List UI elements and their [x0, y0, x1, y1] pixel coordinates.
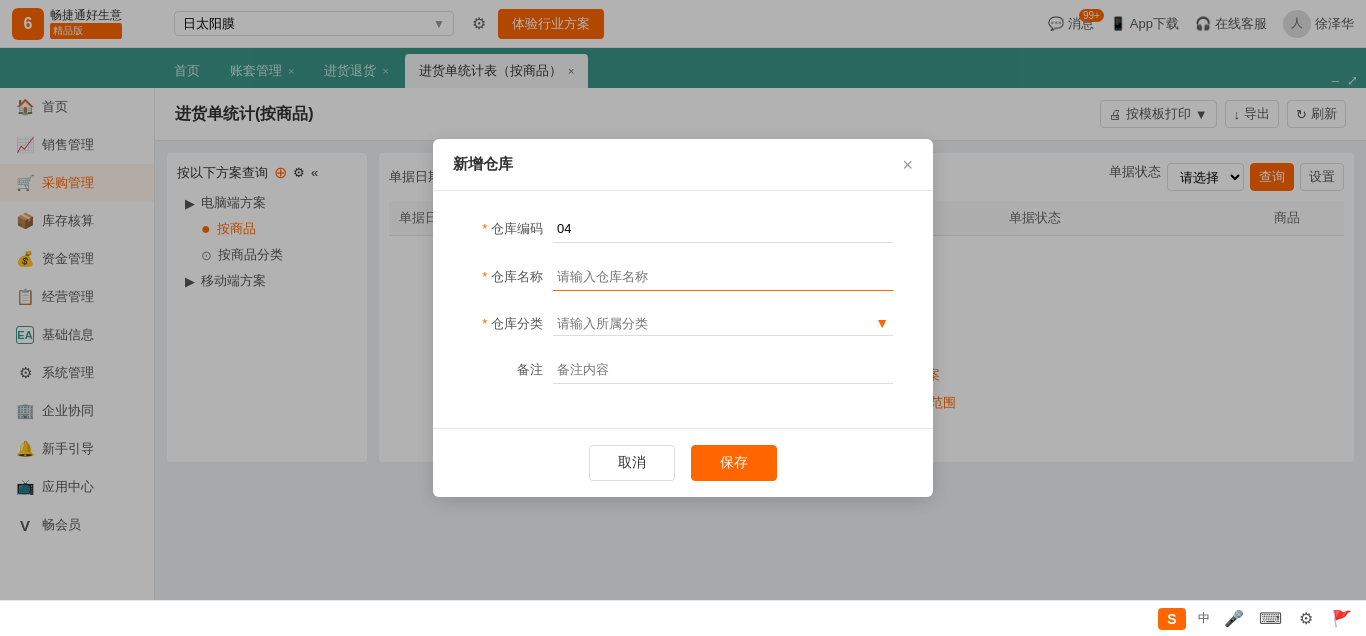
cancel-button[interactable]: 取消: [589, 445, 675, 481]
s-logo: S: [1158, 608, 1186, 630]
settings-bottom-icon[interactable]: ⚙: [1294, 607, 1318, 631]
new-warehouse-modal: 新增仓库 × 仓库编码 仓库名称 仓库分类 ▼: [433, 139, 933, 497]
modal-footer: 取消 保存: [433, 428, 933, 497]
modal-header: 新增仓库 ×: [433, 139, 933, 191]
modal-body: 仓库编码 仓库名称 仓库分类 ▼ 备注: [433, 191, 933, 428]
remark-label: 备注: [473, 361, 553, 379]
code-label: 仓库编码: [473, 220, 553, 238]
keyboard-icon[interactable]: ⌨: [1258, 607, 1282, 631]
category-select-wrapper[interactable]: ▼: [553, 311, 893, 336]
form-row-code: 仓库编码: [473, 215, 893, 243]
category-dropdown-icon: ▼: [875, 315, 889, 331]
category-label: 仓库分类: [473, 315, 553, 333]
bottom-bar: S 中 🎤 ⌨ ⚙ 🚩: [0, 600, 1366, 636]
name-input[interactable]: [553, 263, 893, 291]
form-row-name: 仓库名称: [473, 263, 893, 291]
code-input[interactable]: [553, 215, 893, 243]
flag-icon[interactable]: 🚩: [1330, 607, 1354, 631]
modal-overlay: 新增仓库 × 仓库编码 仓库名称 仓库分类 ▼: [0, 0, 1366, 636]
form-row-category: 仓库分类 ▼: [473, 311, 893, 336]
name-label: 仓库名称: [473, 268, 553, 286]
modal-close-button[interactable]: ×: [902, 156, 913, 174]
form-row-remark: 备注: [473, 356, 893, 384]
remark-input[interactable]: [553, 356, 893, 384]
save-button[interactable]: 保存: [691, 445, 777, 481]
modal-title: 新增仓库: [453, 155, 513, 174]
mic-icon[interactable]: 🎤: [1222, 607, 1246, 631]
category-input[interactable]: [557, 316, 875, 331]
zh-label[interactable]: 中: [1198, 610, 1210, 627]
